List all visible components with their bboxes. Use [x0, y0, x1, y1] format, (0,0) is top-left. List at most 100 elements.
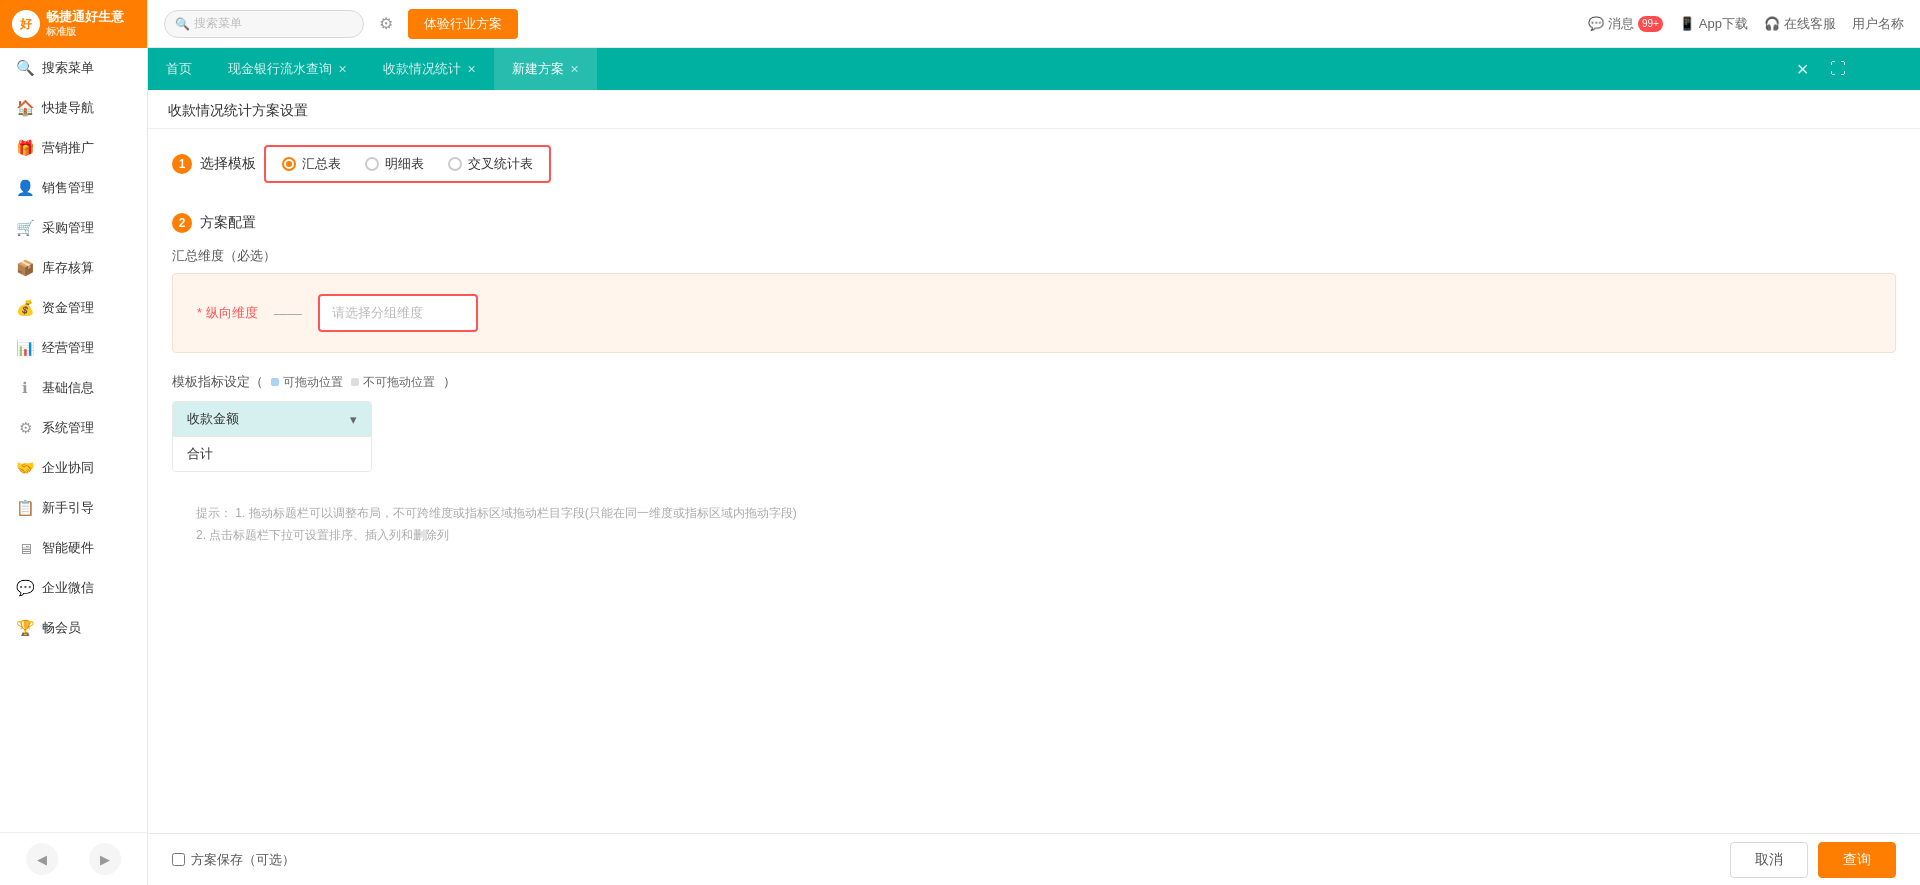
- user-avatar[interactable]: 用户名称: [1852, 15, 1904, 33]
- query-button[interactable]: 查询: [1818, 842, 1896, 878]
- trial-industry-button[interactable]: 体验行业方案: [408, 9, 518, 39]
- sidebar-item-search[interactable]: 🔍 搜索菜单: [0, 48, 147, 88]
- dimension-row-label: * 纵向维度: [197, 304, 258, 322]
- tab-new-plan[interactable]: 新建方案 ✕: [494, 48, 597, 90]
- tip-2: 2. 点击标题栏下拉可设置排序、插入列和删除列: [196, 525, 1872, 547]
- tab-collection-label: 收款情况统计: [383, 60, 461, 78]
- step1-badge: 1: [172, 154, 192, 174]
- sidebar: 好 畅捷通好生意 标准版 🔍 搜索菜单 🏠 快捷导航 🎁 营销推广 👤 销售管理…: [0, 0, 148, 885]
- message-icon: 💬: [1588, 16, 1604, 31]
- dimension-title: 汇总维度（必选）: [172, 247, 1896, 265]
- tabbar: 首页 现金银行流水查询 ✕ 收款情况统计 ✕ 新建方案 ✕ ✕ ⛶: [148, 48, 1920, 90]
- sidebar-item-inventory[interactable]: 📦 库存核算: [0, 248, 147, 288]
- content-area: 收款情况统计方案设置 1 选择模板 汇总表: [148, 90, 1920, 833]
- sidebar-item-wechat[interactable]: 💬 企业微信: [0, 568, 147, 608]
- save-plan-label: 方案保存（可选）: [191, 851, 295, 869]
- sidebar-item-nav[interactable]: 🏠 快捷导航: [0, 88, 147, 128]
- sidebar-item-purchase[interactable]: 🛒 采购管理: [0, 208, 147, 248]
- user-icon: 👤: [16, 179, 34, 197]
- metrics-table: 收款金额 ▾ 合计: [172, 401, 372, 472]
- save-plan-checkbox[interactable]: 方案保存（可选）: [172, 851, 295, 869]
- user-name-text: 用户名称: [1852, 15, 1904, 33]
- sidebar-expand-btn[interactable]: ▶: [89, 843, 121, 875]
- info-icon: ℹ: [16, 379, 34, 397]
- service-label: 在线客服: [1784, 15, 1836, 33]
- save-plan-checkbox-input[interactable]: [172, 853, 185, 866]
- radio-crosstab[interactable]: 交叉统计表: [448, 155, 533, 173]
- tab-home[interactable]: 首页: [148, 48, 210, 90]
- logo-icon: 好: [12, 10, 40, 38]
- radio-detail[interactable]: 明细表: [365, 155, 424, 173]
- service-icon: 🎧: [1764, 16, 1780, 31]
- radio-summary[interactable]: 汇总表: [282, 155, 341, 173]
- radio-summary-label: 汇总表: [302, 155, 341, 173]
- sidebar-item-guide[interactable]: 📋 新手引导: [0, 488, 147, 528]
- search-icon: 🔍: [16, 59, 34, 77]
- metrics-header-dropdown-icon[interactable]: ▾: [350, 412, 357, 427]
- step1-label: 选择模板: [200, 155, 256, 173]
- cancel-button[interactable]: 取消: [1730, 842, 1808, 878]
- page-header: 收款情况统计方案设置: [148, 90, 1920, 129]
- sidebar-logo: 好 畅捷通好生意 标准版: [0, 0, 147, 48]
- service-button[interactable]: 🎧 在线客服: [1764, 15, 1836, 33]
- metrics-legend2: 不可拖动位置: [351, 374, 435, 391]
- sidebar-item-label: 资金管理: [42, 299, 94, 317]
- home-icon: 🏠: [16, 99, 34, 117]
- metrics-closing-paren: ）: [443, 373, 456, 391]
- topbar-right: 💬 消息 99+ 📱 App下载 🎧 在线客服 用户名称: [1588, 15, 1904, 33]
- tab-home-label: 首页: [166, 60, 192, 78]
- sidebar-item-finance[interactable]: 💰 资金管理: [0, 288, 147, 328]
- sidebar-item-marketing[interactable]: 🎁 营销推广: [0, 128, 147, 168]
- message-button[interactable]: 💬 消息 99+: [1588, 15, 1663, 33]
- tab-close-all-button[interactable]: ✕: [1788, 55, 1816, 83]
- settings-gear-icon[interactable]: ⚙: [372, 10, 400, 38]
- tab-collection-close[interactable]: ✕: [467, 63, 476, 76]
- topbar-left: 🔍 搜索菜单 ⚙ 体验行业方案: [164, 9, 518, 39]
- sidebar-item-hardware[interactable]: 🖥 智能硬件: [0, 528, 147, 568]
- template-radio-group: 汇总表 明细表 交叉统计表: [264, 145, 551, 183]
- sidebar-item-operations[interactable]: 📊 经营管理: [0, 328, 147, 368]
- radio-detail-circle: [365, 157, 379, 171]
- radio-crosstab-circle: [448, 157, 462, 171]
- dimension-select-placeholder: 请选择分组维度: [332, 305, 423, 320]
- tab-new-plan-close[interactable]: ✕: [570, 63, 579, 76]
- legend-draggable: 可拖动位置: [271, 374, 343, 391]
- sidebar-item-label: 搜索菜单: [42, 59, 94, 77]
- sidebar-item-label: 销售管理: [42, 179, 94, 197]
- box-icon: 📦: [16, 259, 34, 277]
- download-button[interactable]: 📱 App下载: [1679, 15, 1748, 33]
- logo-sub: 标准版: [46, 25, 124, 39]
- step2-label: 方案配置: [200, 214, 256, 232]
- tab-cashflow-close[interactable]: ✕: [338, 63, 347, 76]
- footer: 方案保存（可选） 取消 查询: [148, 833, 1920, 885]
- dimension-select[interactable]: 请选择分组维度: [318, 294, 478, 332]
- metrics-table-row: 合计: [173, 437, 371, 471]
- sidebar-item-label: 经营管理: [42, 339, 94, 357]
- cart-icon: 🛒: [16, 219, 34, 237]
- sidebar-item-basics[interactable]: ℹ 基础信息: [0, 368, 147, 408]
- dimension-area: * 纵向维度 —— 请选择分组维度: [172, 273, 1896, 353]
- radio-crosstab-label: 交叉统计表: [468, 155, 533, 173]
- main-content: 🔍 搜索菜单 ⚙ 体验行业方案 💬 消息 99+ 📱 App下载 🎧 在线客服 …: [148, 0, 1920, 885]
- legend-draggable-dot: [271, 378, 279, 386]
- sidebar-item-system[interactable]: ⚙ 系统管理: [0, 408, 147, 448]
- sidebar-item-member[interactable]: 🏆 畅会员: [0, 608, 147, 648]
- sidebar-bottom: ◀ ▶: [0, 832, 147, 885]
- sidebar-item-sales[interactable]: 👤 销售管理: [0, 168, 147, 208]
- legend-undraggable: 不可拖动位置: [351, 374, 435, 391]
- gift-icon: 🎁: [16, 139, 34, 157]
- tab-collection[interactable]: 收款情况统计 ✕: [365, 48, 494, 90]
- metrics-setting-label: 模板指标设定（ 可拖动位置 不可拖动位置: [172, 373, 1896, 391]
- collab-icon: 🤝: [16, 459, 34, 477]
- sidebar-item-label: 新手引导: [42, 499, 94, 517]
- tab-fullscreen-button[interactable]: ⛶: [1824, 55, 1852, 83]
- sidebar-item-collab[interactable]: 🤝 企业协同: [0, 448, 147, 488]
- topbar-search[interactable]: 🔍 搜索菜单: [164, 10, 364, 38]
- tabbar-actions: ✕ ⛶: [1788, 48, 1860, 90]
- sidebar-collapse-btn[interactable]: ◀: [26, 843, 58, 875]
- wechat-icon: 💬: [16, 579, 34, 597]
- legend-draggable-label: 可拖动位置: [283, 374, 343, 391]
- sidebar-item-label: 系统管理: [42, 419, 94, 437]
- tab-cashflow[interactable]: 现金银行流水查询 ✕: [210, 48, 365, 90]
- search-placeholder-text: 搜索菜单: [194, 15, 242, 32]
